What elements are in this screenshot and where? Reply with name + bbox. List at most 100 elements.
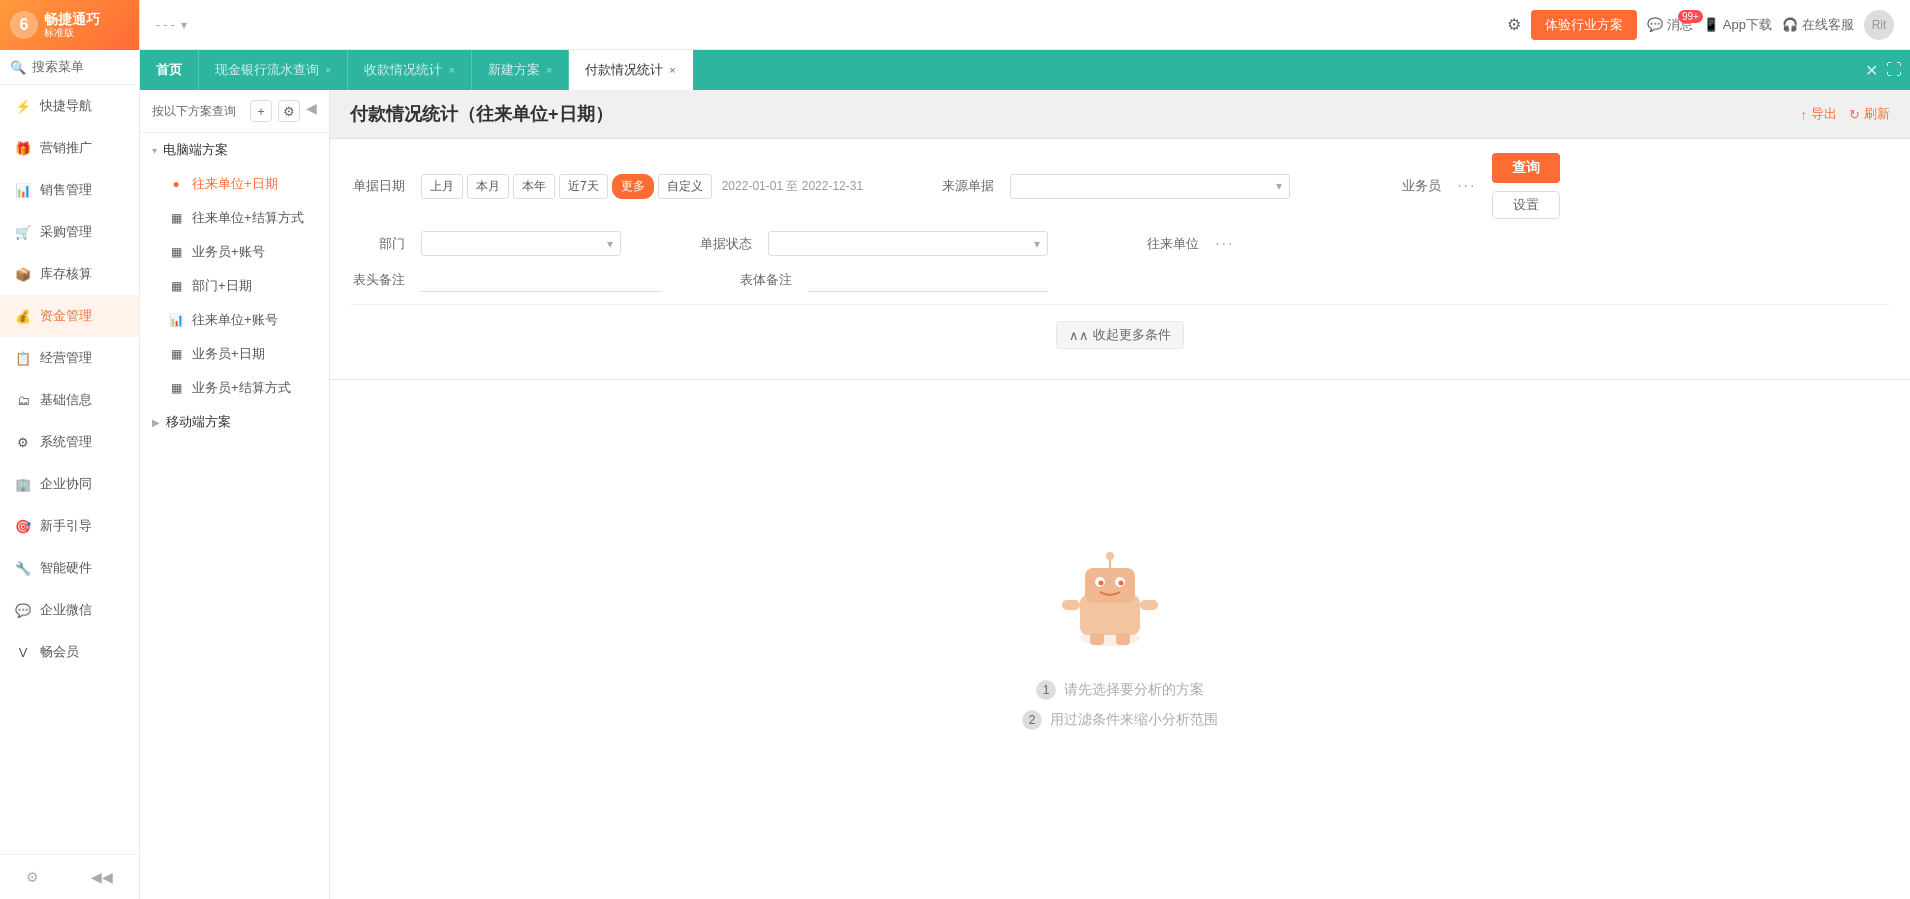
tab-bank-flow[interactable]: 现金银行流水查询 × [199, 50, 348, 90]
breadcrumb: - - - [156, 18, 175, 32]
filter-row-2: 部门 单据状态 往来单位 ··· [350, 231, 1890, 256]
query-settings-col: 查询 设置 [1492, 153, 1560, 219]
voucher-status-select[interactable] [768, 231, 1048, 256]
settings-btn[interactable]: 设置 [1492, 191, 1560, 219]
settings-bottom-icon[interactable]: ⚙ [20, 863, 45, 891]
scheme-panel-header: 按以下方案查询 + ⚙ ◀ [140, 90, 329, 133]
query-btn[interactable]: 查询 [1492, 153, 1560, 183]
sidebar-item-system[interactable]: ⚙ 系统管理 [0, 421, 139, 463]
scheme-staff-account[interactable]: ▦ 业务员+账号 [140, 235, 329, 269]
tab-receipt-stats-close[interactable]: × [448, 64, 454, 76]
date-btn-7days[interactable]: 近7天 [559, 174, 608, 199]
date-btn-this-month[interactable]: 本月 [467, 174, 509, 199]
mobile-group-label: 移动端方案 [166, 413, 231, 431]
source-voucher-select[interactable] [1010, 174, 1290, 199]
scheme-unit-settle-icon: ▦ [168, 210, 184, 226]
chevron-down-icon[interactable]: ▾ [181, 18, 187, 32]
sidebar-item-quick-nav[interactable]: ⚡ 快捷导航 [0, 85, 139, 127]
desktop-group-header[interactable]: ▾ 电脑端方案 [140, 133, 329, 167]
sidebar-item-purchase[interactable]: 🛒 采购管理 [0, 211, 139, 253]
scheme-unit-date-label: 往来单位+日期 [192, 175, 278, 193]
collapse-label: 收起更多条件 [1093, 326, 1171, 344]
date-btn-this-year[interactable]: 本年 [513, 174, 555, 199]
scheme-dept-date[interactable]: ▦ 部门+日期 [140, 269, 329, 303]
messages-btn[interactable]: 💬 消息 99+ [1647, 16, 1693, 34]
scheme-unit-date[interactable]: ● 往来单位+日期 [140, 167, 329, 201]
gear-icon[interactable]: ⚙ [1507, 15, 1521, 34]
body-note-input[interactable] [808, 268, 1048, 292]
page-header-actions: ↑ 导出 ↻ 刷新 [1801, 105, 1891, 123]
member-icon: V [14, 643, 32, 661]
desktop-group-label: 电脑端方案 [163, 141, 228, 159]
tab-receipt-stats[interactable]: 收款情况统计 × [348, 50, 471, 90]
app-logo: 6 畅捷通巧 标准版 [0, 0, 139, 50]
tab-bank-flow-close[interactable]: × [325, 64, 331, 76]
sidebar-item-weichat[interactable]: 💬 企业微信 [0, 589, 139, 631]
search-menu[interactable]: 🔍 搜索菜单 [0, 50, 139, 85]
export-btn[interactable]: ↑ 导出 [1801, 105, 1838, 123]
sidebar-item-hardware[interactable]: 🔧 智能硬件 [0, 547, 139, 589]
collapse-more-btn[interactable]: ∧∧ 收起更多条件 [1056, 321, 1184, 349]
sidebar-bottom: ⚙ ◀◀ [0, 854, 139, 899]
sidebar-item-marketing[interactable]: 🎁 营销推广 [0, 127, 139, 169]
hint-num-2: 2 [1022, 710, 1042, 730]
export-label: 导出 [1811, 105, 1837, 123]
guide-icon: 🎯 [14, 517, 32, 535]
app-download-btn[interactable]: 📱 App下载 [1703, 16, 1772, 34]
desktop-group-arrow: ▾ [152, 145, 157, 156]
scheme-staff-settle[interactable]: ▦ 业务员+结算方式 [140, 371, 329, 405]
sidebar-item-operation[interactable]: 📋 经营管理 [0, 337, 139, 379]
sidebar-item-inventory[interactable]: 📦 库存核算 [0, 253, 139, 295]
tab-new-scheme[interactable]: 新建方案 × [472, 50, 569, 90]
date-btn-more[interactable]: 更多 [612, 174, 654, 199]
collapse-scheme-panel-btn[interactable]: ◀ [306, 100, 317, 122]
refresh-btn[interactable]: ↻ 刷新 [1849, 105, 1890, 123]
add-scheme-btn[interactable]: + [250, 100, 272, 122]
sidebar-item-guide[interactable]: 🎯 新手引导 [0, 505, 139, 547]
scheme-staff-date[interactable]: ▦ 业务员+日期 [140, 337, 329, 371]
close-all-tabs-icon[interactable]: ✕ [1865, 61, 1878, 80]
tab-payment-stats-close[interactable]: × [669, 64, 675, 76]
tab-payment-stats[interactable]: 付款情况统计 × [569, 50, 692, 90]
hardware-icon: 🔧 [14, 559, 32, 577]
staff-picker-btn[interactable]: ··· [1457, 177, 1476, 195]
sidebar-item-label: 新手引导 [40, 517, 92, 535]
scheme-unit-account-icon: 📊 [168, 312, 184, 328]
settings-scheme-btn[interactable]: ⚙ [278, 100, 300, 122]
dept-select[interactable] [421, 231, 621, 256]
partner-picker-btn[interactable]: ··· [1215, 235, 1234, 253]
header-note-input[interactable] [421, 268, 661, 292]
sidebar-item-enterprise[interactable]: 🏢 企业协同 [0, 463, 139, 505]
sidebar-item-basic-info[interactable]: 🗂 基础信息 [0, 379, 139, 421]
body-note-label: 表体备注 [737, 271, 792, 289]
filter-area: 单据日期 上月 本月 本年 近7天 更多 自定义 2022-01-01 至 20… [330, 139, 1910, 380]
collapse-sidebar-icon[interactable]: ◀◀ [85, 863, 119, 891]
empty-hint-2: 2 用过滤条件来缩小分析范围 [1022, 710, 1218, 730]
tab-home[interactable]: 首页 [140, 50, 199, 90]
online-service-btn[interactable]: 🎧 在线客服 [1782, 16, 1854, 34]
sidebar-item-member[interactable]: V 畅会员 [0, 631, 139, 673]
dept-select-wrapper [421, 231, 621, 256]
scheme-unit-account[interactable]: 📊 往来单位+账号 [140, 303, 329, 337]
sidebar-item-sales[interactable]: 📊 销售管理 [0, 169, 139, 211]
date-btn-last-month[interactable]: 上月 [421, 174, 463, 199]
scheme-staff-date-icon: ▦ [168, 346, 184, 362]
user-avatar[interactable]: Rit [1864, 10, 1894, 40]
logo-text: 畅捷通巧 标准版 [44, 11, 100, 40]
empty-area: 1 请先选择要分析的方案 2 用过滤条件来缩小分析范围 [330, 380, 1910, 899]
try-industry-btn[interactable]: 体验行业方案 [1531, 10, 1637, 40]
hint-1-text: 请先选择要分析的方案 [1064, 681, 1204, 699]
collapse-area: ∧∧ 收起更多条件 [350, 304, 1890, 365]
scheme-unit-settle[interactable]: ▦ 往来单位+结算方式 [140, 201, 329, 235]
tab-new-scheme-close[interactable]: × [546, 64, 552, 76]
date-buttons: 上月 本月 本年 近7天 更多 自定义 2022-01-01 至 2022-12… [421, 174, 863, 199]
mobile-scheme-group[interactable]: ▶ 移动端方案 [140, 405, 329, 439]
svg-rect-7 [1062, 600, 1080, 610]
date-btn-custom[interactable]: 自定义 [658, 174, 712, 199]
quick-nav-icon: ⚡ [14, 97, 32, 115]
scheme-staff-settle-icon: ▦ [168, 380, 184, 396]
weichat-icon: 💬 [14, 601, 32, 619]
sidebar-item-finance[interactable]: 💰 资金管理 [0, 295, 139, 337]
svg-point-12 [1106, 552, 1114, 560]
maximize-icon[interactable]: ⛶ [1886, 61, 1902, 79]
